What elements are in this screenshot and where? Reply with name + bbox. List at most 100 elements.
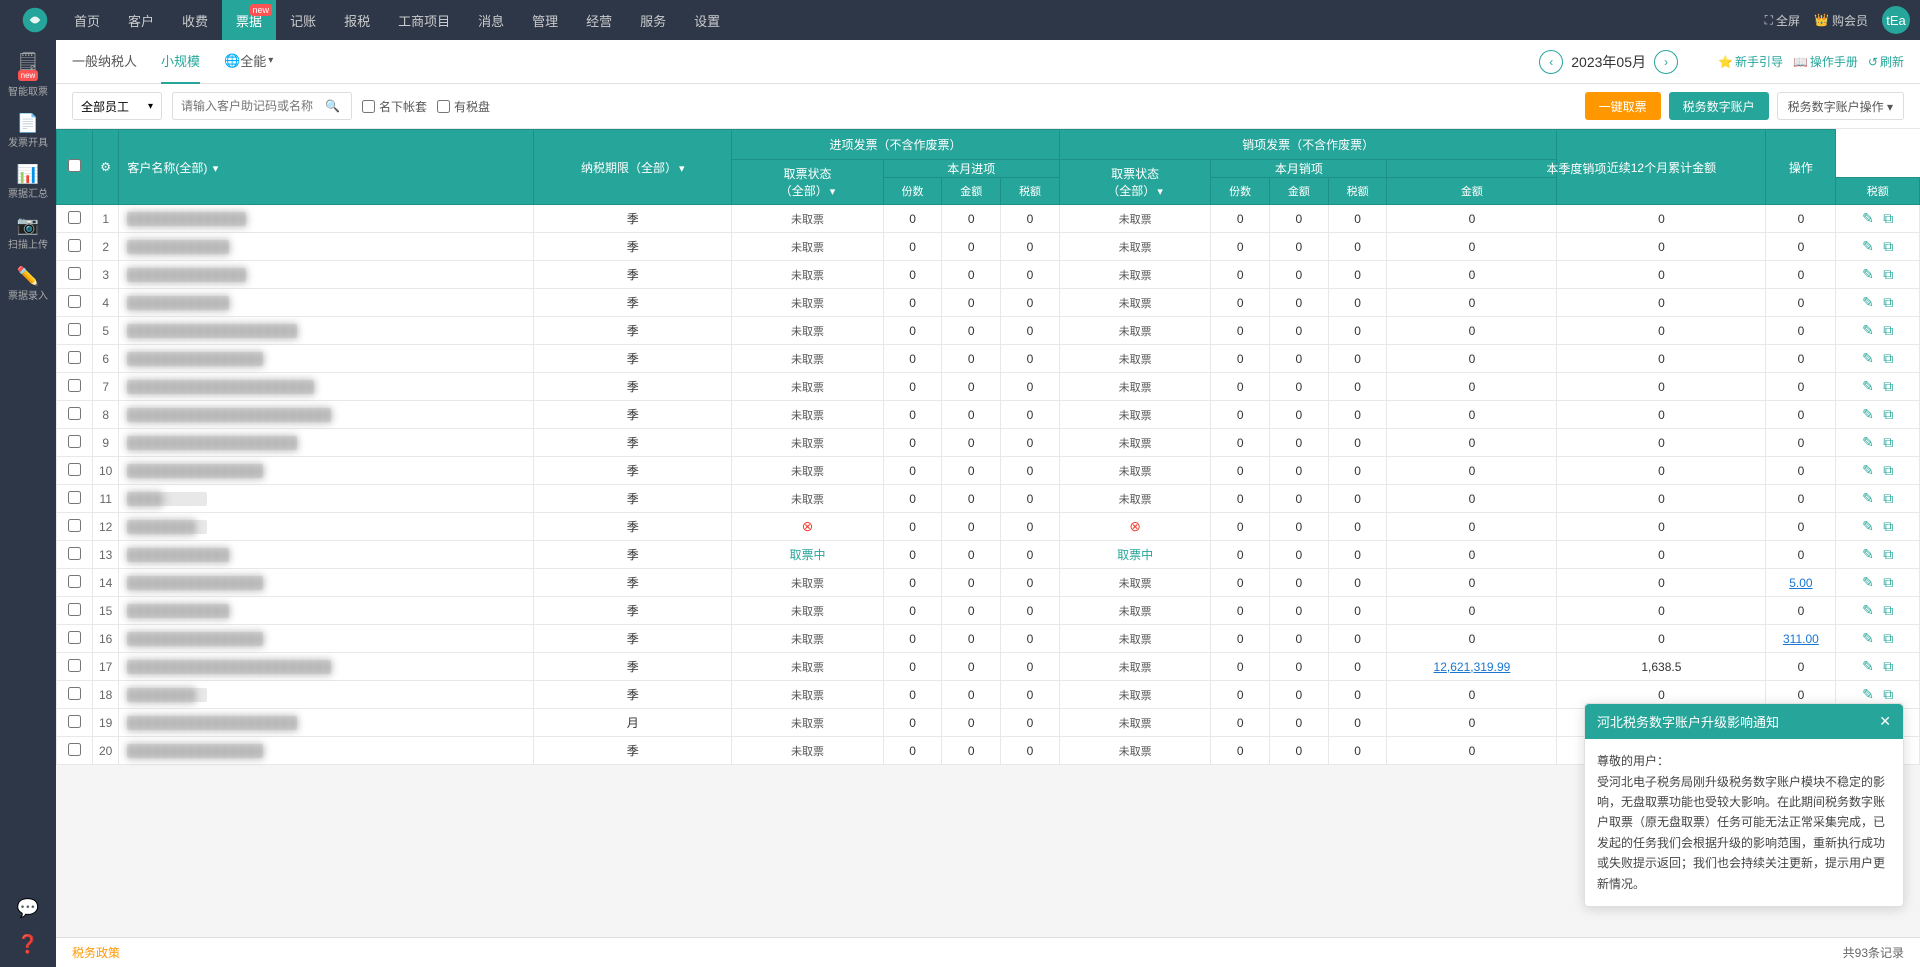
shuiwu-op-btn[interactable]: 税务数字账户操作 ▾	[1777, 92, 1904, 120]
copy-icon[interactable]: ⧉	[1883, 518, 1893, 534]
edit-icon[interactable]: ✎	[1862, 406, 1874, 422]
edit-icon[interactable]: ✎	[1862, 462, 1874, 478]
edit-icon[interactable]: ✎	[1862, 210, 1874, 226]
prev-month-btn[interactable]: ‹	[1539, 50, 1563, 74]
nav-billing[interactable]: 收费	[168, 0, 222, 40]
nav-settings[interactable]: 设置	[680, 0, 734, 40]
edit-icon[interactable]: ✎	[1862, 686, 1874, 702]
row-select-checkbox[interactable]	[68, 323, 81, 336]
nav-invoice[interactable]: 票据 new	[222, 0, 276, 40]
row-select-checkbox[interactable]	[68, 407, 81, 420]
row-select-checkbox[interactable]	[68, 519, 81, 532]
copy-icon[interactable]: ⧉	[1883, 602, 1893, 618]
edit-icon[interactable]: ✎	[1862, 490, 1874, 506]
youshupan-checkbox[interactable]	[437, 100, 450, 113]
edit-icon[interactable]: ✎	[1862, 266, 1874, 282]
yijian-btn[interactable]: 一键取票	[1585, 92, 1661, 120]
row-select-checkbox[interactable]	[68, 351, 81, 364]
sidebar-item-ticket[interactable]: 🗒 new 智能取票	[2, 46, 54, 104]
copy-icon[interactable]: ⧉	[1883, 434, 1893, 450]
edit-icon[interactable]: ✎	[1862, 434, 1874, 450]
copy-icon[interactable]: ⧉	[1883, 266, 1893, 282]
copy-icon[interactable]: ⧉	[1883, 238, 1893, 254]
edit-icon[interactable]: ✎	[1862, 322, 1874, 338]
row-select-checkbox[interactable]	[68, 715, 81, 728]
next-month-btn[interactable]: ›	[1654, 50, 1678, 74]
row-select-checkbox[interactable]	[68, 603, 81, 616]
edit-icon[interactable]: ✎	[1862, 574, 1874, 590]
copy-icon[interactable]: ⧉	[1883, 462, 1893, 478]
sidebar-item-summary[interactable]: 📊 票据汇总	[2, 159, 54, 206]
youshupan-checkbox-label[interactable]: 有税盘	[437, 98, 490, 115]
xiazhangshe-checkbox[interactable]	[362, 100, 375, 113]
employee-select[interactable]: 全部员工 ▾	[72, 92, 162, 120]
search-input[interactable]	[181, 99, 321, 113]
row-select-checkbox[interactable]	[68, 491, 81, 504]
refresh-btn[interactable]: ↺ 刷新	[1868, 53, 1904, 70]
avatar[interactable]: tEa	[1882, 6, 1910, 34]
copy-icon[interactable]: ⧉	[1883, 322, 1893, 338]
rolling12-value[interactable]: 5.00	[1789, 576, 1812, 590]
shuiwu-btn[interactable]: 税务数字账户	[1669, 92, 1769, 120]
tab-general-taxpayer[interactable]: 一般纳税人	[72, 40, 137, 84]
row-select-checkbox[interactable]	[68, 631, 81, 644]
manual-btn[interactable]: 📖 操作手册	[1793, 53, 1858, 70]
copy-icon[interactable]: ⧉	[1883, 294, 1893, 310]
row-select-checkbox[interactable]	[68, 743, 81, 756]
row-select-checkbox[interactable]	[68, 211, 81, 224]
copy-icon[interactable]: ⧉	[1883, 490, 1893, 506]
edit-icon[interactable]: ✎	[1862, 658, 1874, 674]
copy-icon[interactable]: ⧉	[1883, 658, 1893, 674]
row-select-checkbox[interactable]	[68, 463, 81, 476]
rolling12-value[interactable]: 311.00	[1783, 632, 1819, 646]
copy-icon[interactable]: ⧉	[1883, 546, 1893, 562]
nav-admin[interactable]: 管理	[518, 0, 572, 40]
edit-icon[interactable]: ✎	[1862, 630, 1874, 646]
select-all-checkbox[interactable]	[68, 159, 81, 172]
nav-bizproject[interactable]: 工商项目	[384, 0, 464, 40]
notif-close-btn[interactable]: ✕	[1879, 713, 1891, 730]
sidebar-item-invoice[interactable]: 📄 发票开具	[2, 108, 54, 155]
edit-icon[interactable]: ✎	[1862, 518, 1874, 534]
edit-icon[interactable]: ✎	[1862, 546, 1874, 562]
copy-icon[interactable]: ⧉	[1883, 686, 1893, 702]
nav-customer[interactable]: 客户	[114, 0, 168, 40]
copy-icon[interactable]: ⧉	[1883, 406, 1893, 422]
nav-message[interactable]: 消息	[464, 0, 518, 40]
tab-all[interactable]: 🌐 全能 ▾	[224, 40, 273, 84]
sidebar-item-chat[interactable]: 💬	[2, 893, 54, 923]
xiazhangshe-checkbox-label[interactable]: 名下帐套	[362, 98, 427, 115]
copy-icon[interactable]: ⧉	[1883, 210, 1893, 226]
row-select-checkbox[interactable]	[68, 379, 81, 392]
nav-service[interactable]: 服务	[626, 0, 680, 40]
edit-icon[interactable]: ✎	[1862, 602, 1874, 618]
copy-icon[interactable]: ⧉	[1883, 630, 1893, 646]
sidebar-item-help[interactable]: ❓	[2, 929, 54, 959]
row-select-checkbox[interactable]	[68, 435, 81, 448]
sidebar-item-scan[interactable]: 📷 扫描上传	[2, 210, 54, 257]
edit-icon[interactable]: ✎	[1862, 350, 1874, 366]
tab-small-scale[interactable]: 小规模	[161, 40, 200, 84]
row-select-checkbox[interactable]	[68, 239, 81, 252]
row-select-checkbox[interactable]	[68, 575, 81, 588]
edit-icon[interactable]: ✎	[1862, 378, 1874, 394]
nav-accounting[interactable]: 记账	[276, 0, 330, 40]
copy-icon[interactable]: ⧉	[1883, 350, 1893, 366]
copy-icon[interactable]: ⧉	[1883, 574, 1893, 590]
row-select-checkbox[interactable]	[68, 267, 81, 280]
nav-management[interactable]: 经营	[572, 0, 626, 40]
edit-icon[interactable]: ✎	[1862, 238, 1874, 254]
row-select-checkbox[interactable]	[68, 295, 81, 308]
membership-btn[interactable]: 👑 购会员	[1814, 12, 1868, 29]
nav-tax[interactable]: 报税	[330, 0, 384, 40]
row-select-checkbox[interactable]	[68, 659, 81, 672]
fullscreen-btn[interactable]: ⛶ 全屏	[1765, 12, 1800, 29]
edit-icon[interactable]: ✎	[1862, 294, 1874, 310]
sidebar-item-entry[interactable]: ✏️ 票据录入	[2, 261, 54, 308]
tax-policy-link[interactable]: 税务政策	[72, 944, 120, 961]
row-select-checkbox[interactable]	[68, 687, 81, 700]
search-icon[interactable]: 🔍	[325, 99, 340, 113]
new-guide-btn[interactable]: ⭐ 新手引导	[1718, 53, 1783, 70]
copy-icon[interactable]: ⧉	[1883, 378, 1893, 394]
nav-home[interactable]: 首页	[60, 0, 114, 40]
